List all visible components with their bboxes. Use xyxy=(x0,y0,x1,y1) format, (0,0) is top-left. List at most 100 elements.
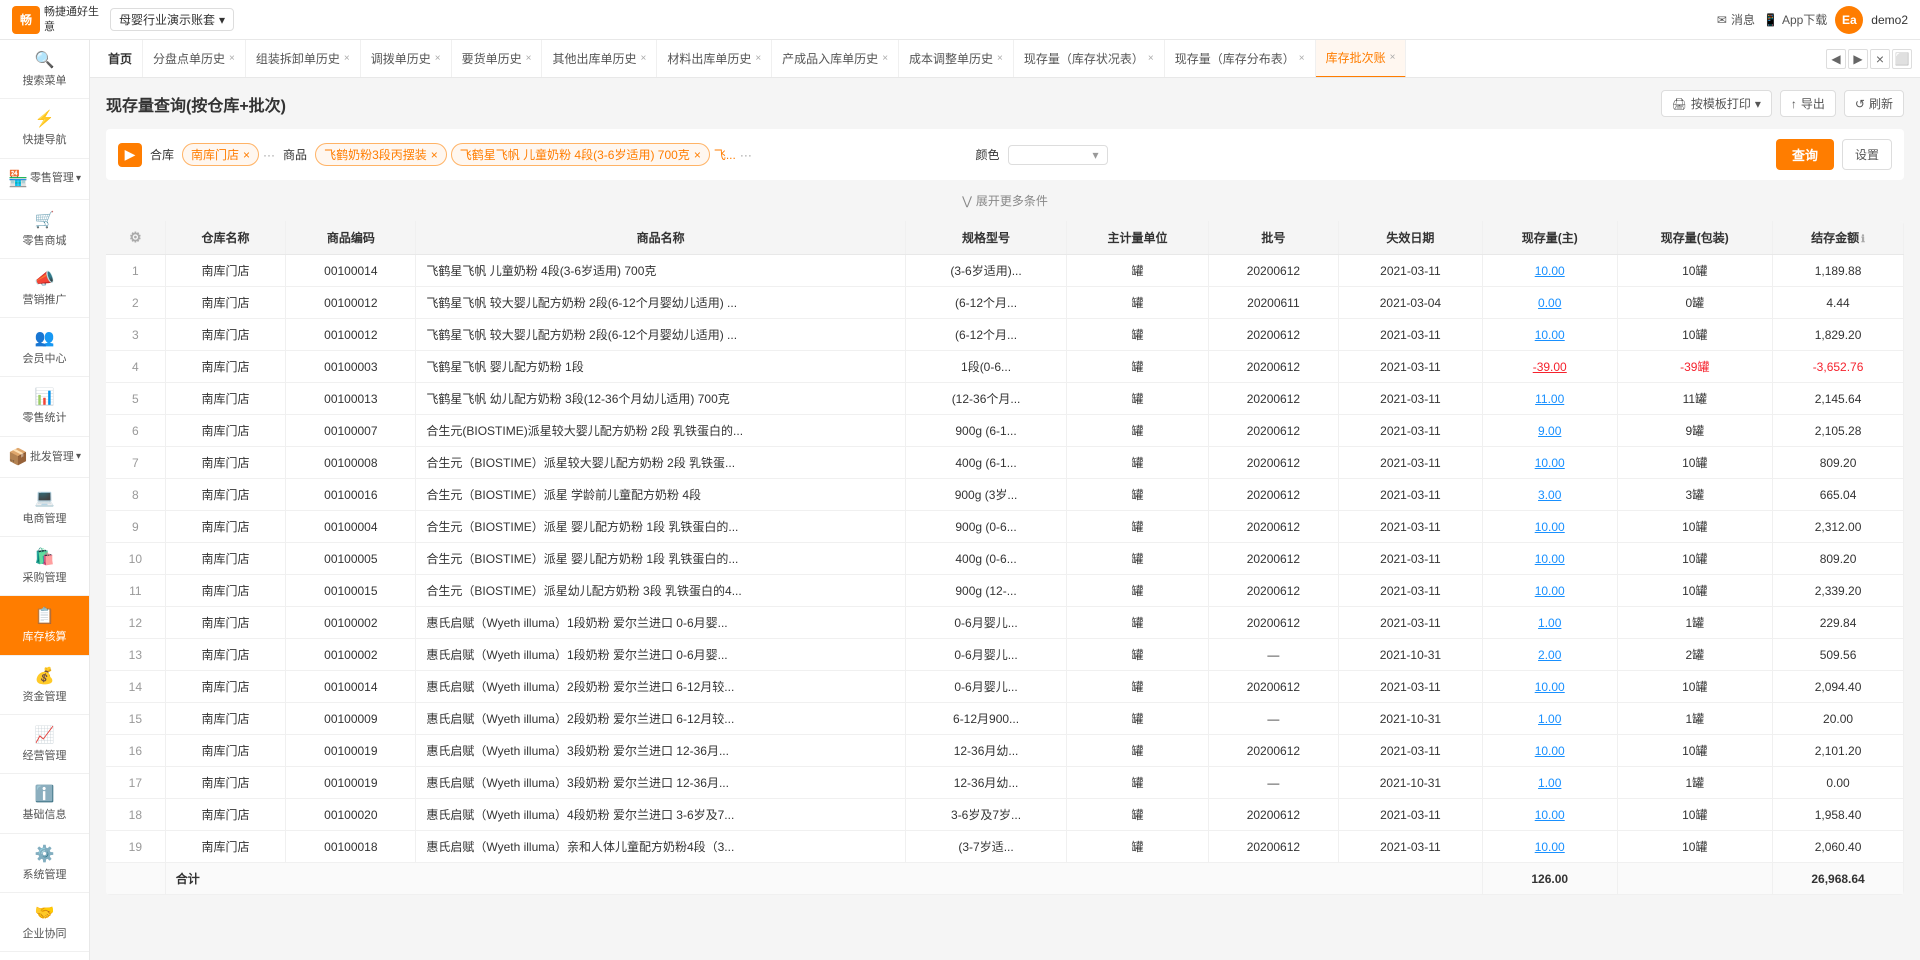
sidebar-item-members[interactable]: 👥 会员中心 xyxy=(0,318,89,377)
expand-conditions-button[interactable]: ⋁ 展开更多条件 xyxy=(962,192,1048,209)
sidebar-item-basics[interactable]: ℹ️ 基础信息 xyxy=(0,774,89,833)
remove-product-tag-1-icon[interactable]: × xyxy=(431,148,438,162)
cell-qty[interactable]: 9.00 xyxy=(1482,415,1617,447)
nav-tab-8[interactable]: 成本调整单历史 × xyxy=(899,40,1014,78)
remove-product-tag-2-icon[interactable]: × xyxy=(694,148,701,162)
close-icon[interactable]: × xyxy=(435,53,441,64)
cell-amount: 2,105.28 xyxy=(1773,415,1904,447)
nav-tab-6[interactable]: 材料出库单历史 × xyxy=(657,40,772,78)
cell-qty[interactable]: 1.00 xyxy=(1482,607,1617,639)
product-tag-1[interactable]: 飞鹤奶粉3段丙摆装 × xyxy=(315,143,447,166)
app-download-button[interactable]: 📱 App下载 xyxy=(1763,11,1827,28)
cell-unit: 罐 xyxy=(1067,319,1209,351)
cell-qty[interactable]: 1.00 xyxy=(1482,767,1617,799)
cell-qty[interactable]: 10.00 xyxy=(1482,511,1617,543)
export-button[interactable]: ↑ 导出 xyxy=(1780,90,1836,117)
cell-qty[interactable]: 10.00 xyxy=(1482,575,1617,607)
chevron-down-icon: ⋁ xyxy=(962,194,972,208)
close-icon[interactable]: × xyxy=(229,53,235,64)
close-icon[interactable]: × xyxy=(997,53,1003,64)
avatar[interactable]: Ea xyxy=(1835,6,1863,34)
search-button[interactable]: 查询 xyxy=(1776,139,1834,170)
sidebar-item-retail-manage[interactable]: 🏪 零售管理 ▾ xyxy=(0,159,89,200)
cell-spec: 400g (0-6... xyxy=(905,543,1066,575)
product-more-icon[interactable]: 飞... xyxy=(714,146,736,163)
close-icon[interactable]: × xyxy=(344,53,350,64)
cell-qty-pack: 10罐 xyxy=(1617,735,1773,767)
sidebar-item-purchase[interactable]: 🛍️ 采购管理 xyxy=(0,537,89,596)
refresh-button[interactable]: ↺ 刷新 xyxy=(1844,90,1904,117)
cell-code: 00100005 xyxy=(286,543,416,575)
table-row: 17 南库门店 00100019 惠氏启赋（Wyeth illuma）3段奶粉 … xyxy=(106,767,1904,799)
sidebar-item-system[interactable]: ⚙️ 系统管理 xyxy=(0,834,89,893)
tab-prev-button[interactable]: ◀ xyxy=(1826,49,1846,69)
sidebar-item-retail-mall[interactable]: 🛒 零售商城 xyxy=(0,200,89,259)
nav-tab-3[interactable]: 调拨单历史 × xyxy=(361,40,452,78)
nav-tab-10[interactable]: 现存量（库存分布表） × xyxy=(1165,40,1316,78)
product-tag-2[interactable]: 飞鹤星飞帆 儿童奶粉 4段(3-6岁适用) 700克 × xyxy=(451,143,710,166)
color-filter-select[interactable]: ▾ xyxy=(1008,145,1108,165)
cell-qty[interactable]: 0.00 xyxy=(1482,287,1617,319)
nav-tab-11[interactable]: 库存批次账 × xyxy=(1316,40,1407,78)
sidebar-item-finance[interactable]: 💰 资金管理 xyxy=(0,656,89,715)
remove-warehouse-tag-icon[interactable]: × xyxy=(243,148,250,162)
cell-qty[interactable]: 10.00 xyxy=(1482,735,1617,767)
product-ellipsis-icon[interactable]: ··· xyxy=(740,148,752,162)
message-button[interactable]: ✉ 消息 xyxy=(1717,11,1755,28)
cell-spec: 900g (6-1... xyxy=(905,415,1066,447)
cell-amount: 1,958.40 xyxy=(1773,799,1904,831)
cell-qty[interactable]: 11.00 xyxy=(1482,383,1617,415)
cell-qty[interactable]: 1.00 xyxy=(1482,703,1617,735)
cell-qty[interactable]: -39.00 xyxy=(1482,351,1617,383)
cell-qty[interactable]: 10.00 xyxy=(1482,255,1617,287)
cell-qty[interactable]: 10.00 xyxy=(1482,799,1617,831)
close-icon[interactable]: × xyxy=(526,53,532,64)
nav-tab-5[interactable]: 其他出库单历史 × xyxy=(542,40,657,78)
warehouse-more-icon[interactable]: ··· xyxy=(263,148,275,162)
sidebar-item-search[interactable]: 🔍 搜索菜单 xyxy=(0,40,89,99)
tab-maximize-button[interactable]: ⬜ xyxy=(1892,49,1912,69)
sidebar-item-quicknav[interactable]: ⚡ 快捷导航 xyxy=(0,99,89,158)
cell-code: 00100008 xyxy=(286,447,416,479)
close-icon[interactable]: × xyxy=(1148,53,1154,64)
nav-tab-home[interactable]: 首页 xyxy=(98,40,143,78)
print-button[interactable]: 🖨 按模板打印 ▾ xyxy=(1661,90,1772,117)
cell-qty[interactable]: 10.00 xyxy=(1482,447,1617,479)
filter-toggle-button[interactable]: ▶ xyxy=(118,143,142,167)
cell-batch: — xyxy=(1208,767,1338,799)
sidebar-item-guide[interactable]: 🎯 新手引导 xyxy=(0,952,89,960)
sidebar-item-inventory[interactable]: 📋 库存核算 xyxy=(0,596,89,655)
cell-batch: 20200612 xyxy=(1208,383,1338,415)
sidebar-item-business[interactable]: 📈 经营管理 xyxy=(0,715,89,774)
cell-qty[interactable]: 3.00 xyxy=(1482,479,1617,511)
nav-tab-4[interactable]: 要货单历史 × xyxy=(452,40,543,78)
industry-selector[interactable]: 母婴行业演示账套 ▾ xyxy=(110,8,234,31)
sidebar-item-retail-stats[interactable]: 📊 零售统计 xyxy=(0,377,89,436)
warehouse-tag[interactable]: 南库门店 × xyxy=(182,143,259,166)
settings-button[interactable]: 设置 xyxy=(1842,139,1892,170)
nav-tab-7[interactable]: 产成品入库单历史 × xyxy=(772,40,899,78)
sidebar-item-wholesale[interactable]: 📦 批发管理 ▾ xyxy=(0,437,89,478)
nav-tab-9[interactable]: 现存量（库存状况表） × xyxy=(1014,40,1165,78)
close-icon[interactable]: × xyxy=(1299,53,1305,64)
col-settings[interactable]: ⚙ xyxy=(106,221,165,255)
cell-qty[interactable]: 2.00 xyxy=(1482,639,1617,671)
sidebar-item-ecommerce[interactable]: 💻 电商管理 xyxy=(0,478,89,537)
close-icon[interactable]: × xyxy=(882,53,888,64)
tab-next-button[interactable]: ▶ xyxy=(1848,49,1868,69)
sidebar-item-marketing[interactable]: 📣 营销推广 xyxy=(0,259,89,318)
close-icon[interactable]: × xyxy=(640,53,646,64)
close-icon[interactable]: × xyxy=(1390,52,1396,63)
nav-tab-2[interactable]: 组装拆卸单历史 × xyxy=(246,40,361,78)
cell-qty[interactable]: 10.00 xyxy=(1482,831,1617,863)
sidebar-item-enterprise[interactable]: 🤝 企业协同 xyxy=(0,893,89,952)
table-row: 8 南库门店 00100016 合生元（BIOSTIME）派星 学龄前儿童配方奶… xyxy=(106,479,1904,511)
cell-expire: 2021-03-11 xyxy=(1338,831,1482,863)
close-icon[interactable]: × xyxy=(755,53,761,64)
cell-qty[interactable]: 10.00 xyxy=(1482,671,1617,703)
cell-qty[interactable]: 10.00 xyxy=(1482,543,1617,575)
tab-close-button[interactable]: × xyxy=(1870,49,1890,69)
cell-qty[interactable]: 10.00 xyxy=(1482,319,1617,351)
nav-tab-1[interactable]: 分盘点单历史 × xyxy=(143,40,246,78)
col-qty: 现存量(主) xyxy=(1482,221,1617,255)
